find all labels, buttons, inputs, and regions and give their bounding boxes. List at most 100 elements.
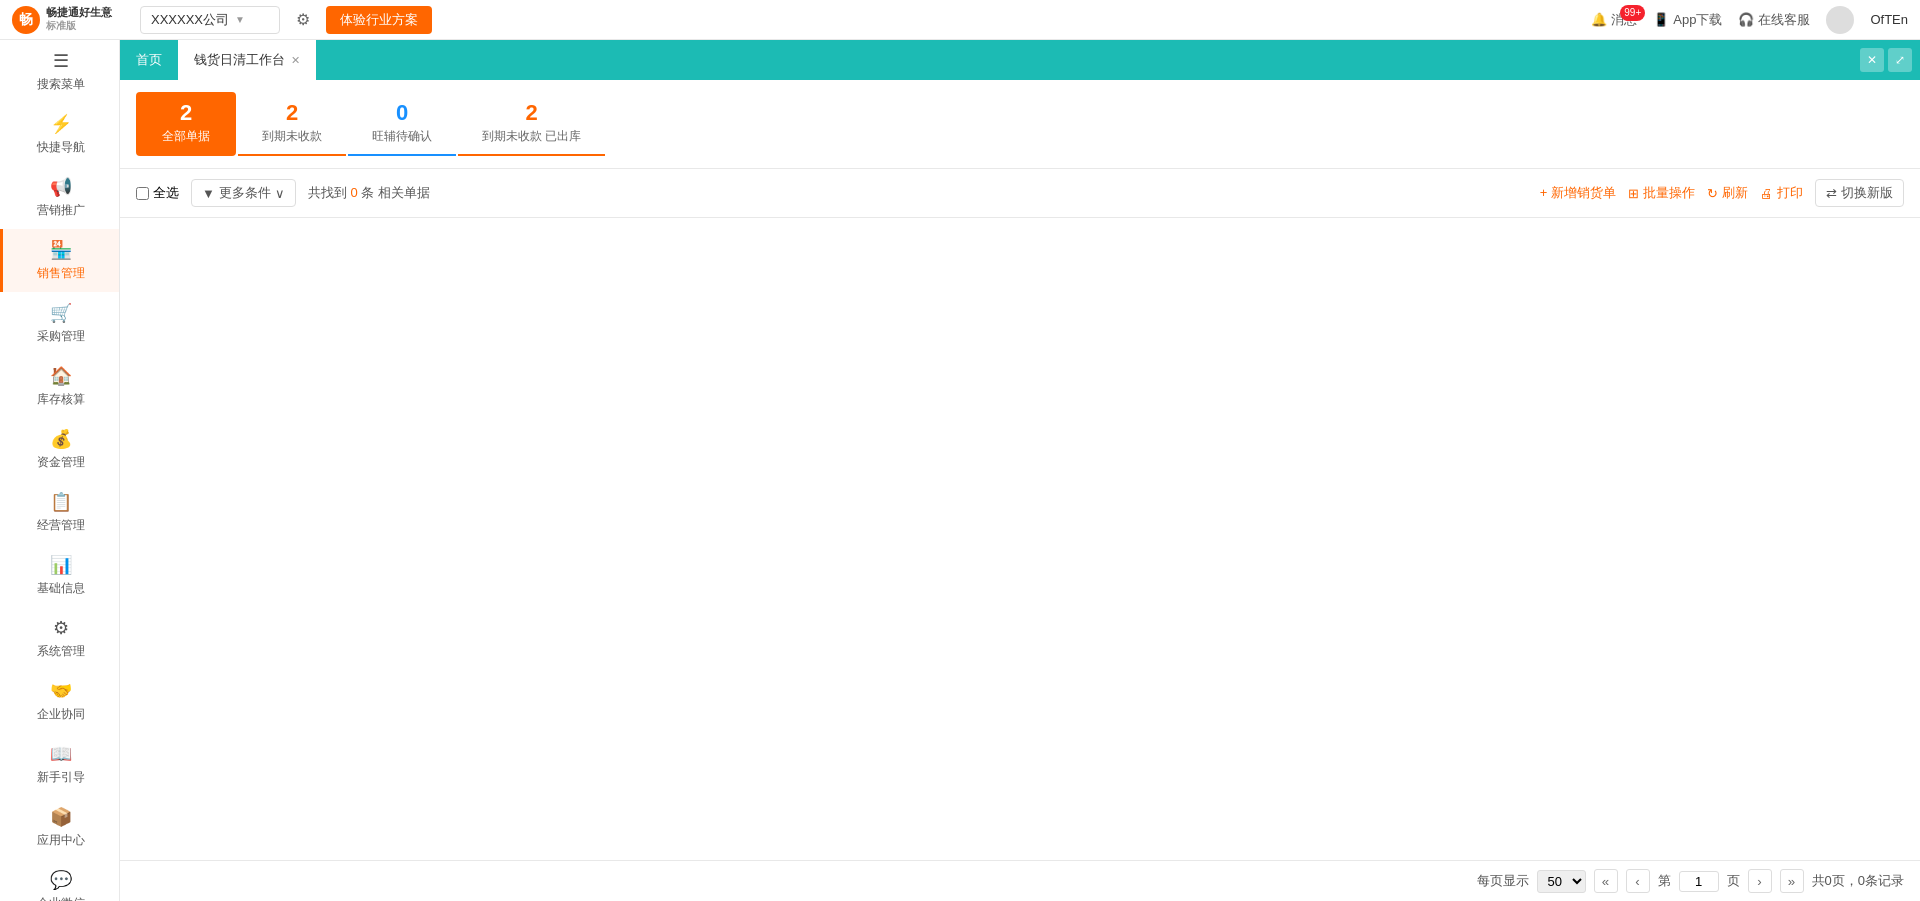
sidebar-label-system: 系统管理 xyxy=(37,643,85,660)
stat-label-all: 全部单据 xyxy=(162,128,210,145)
select-all-label: 全选 xyxy=(153,184,179,202)
table-area xyxy=(120,218,1920,860)
sidebar-item-system[interactable]: ⚙ 系统管理 xyxy=(0,607,119,670)
app-subtitle: 标准版 xyxy=(46,19,112,33)
tab-workbench-label: 钱货日清工作台 xyxy=(194,51,285,69)
stat-tab-overdue[interactable]: 2 到期未收款 xyxy=(238,92,346,156)
page-label: 第 xyxy=(1658,872,1671,890)
stat-label-overdue-shipped: 到期未收款 已出库 xyxy=(482,128,581,145)
new-order-label: + 新增销货单 xyxy=(1540,184,1616,202)
page-size-select[interactable]: 50 xyxy=(1537,870,1586,893)
batch-operation-button[interactable]: ⊞ 批量操作 xyxy=(1628,184,1695,202)
cooperation-icon: 🤝 xyxy=(50,680,72,702)
search-menu-icon: ☰ xyxy=(53,50,69,72)
stat-count-pending: 0 xyxy=(396,100,408,126)
sidebar-item-quick-nav[interactable]: ⚡ 快捷导航 xyxy=(0,103,119,166)
sidebar-label-search-menu: 搜索菜单 xyxy=(37,76,85,93)
empty-state xyxy=(120,218,1920,860)
stat-count-all: 2 xyxy=(180,100,192,126)
new-order-button[interactable]: + 新增销货单 xyxy=(1540,184,1616,202)
app-logo: 畅 xyxy=(12,6,40,34)
filter-label: 更多条件 xyxy=(219,184,271,202)
sales-icon: 🏪 xyxy=(50,239,72,261)
switch-icon: ⇄ xyxy=(1826,186,1837,201)
online-service-label: 在线客服 xyxy=(1758,11,1810,29)
sidebar-item-wechat[interactable]: 💬 企业微信 xyxy=(0,859,119,901)
sidebar-item-basic-info[interactable]: 📊 基础信息 xyxy=(0,544,119,607)
content-area: 首页 钱货日清工作台 ✕ ✕ ⤢ 2 全部单据 2 到期未收款 xyxy=(120,40,1920,901)
inventory-icon: 🏠 xyxy=(50,365,72,387)
chevron-down-icon: ▼ xyxy=(235,14,245,25)
sidebar-label-quick-nav: 快捷导航 xyxy=(37,139,85,156)
stat-count-overdue-shipped: 2 xyxy=(526,100,538,126)
switch-version-button[interactable]: ⇄ 切换新版 xyxy=(1815,179,1904,207)
sidebar-label-guide: 新手引导 xyxy=(37,769,85,786)
app-download-btn[interactable]: 📱 App下载 xyxy=(1653,11,1722,29)
tab-close-icon[interactable]: ✕ xyxy=(291,54,300,67)
main-layout: ☰ 搜索菜单 ⚡ 快捷导航 📢 营销推广 🏪 销售管理 🛒 采购管理 🏠 库存核… xyxy=(0,40,1920,901)
tab-home-label: 首页 xyxy=(136,51,162,69)
found-count-text: 共找到 0 条 相关单据 xyxy=(308,184,430,202)
refresh-icon: ↻ xyxy=(1707,186,1718,201)
sidebar-item-operations[interactable]: 📋 经营管理 xyxy=(0,481,119,544)
sidebar-label-finance: 资金管理 xyxy=(37,454,85,471)
messages-badge: 99+ xyxy=(1620,5,1645,21)
refresh-label: 刷新 xyxy=(1722,184,1748,202)
download-icon: 📱 xyxy=(1653,12,1669,27)
company-selector[interactable]: XXXXXX公司 ▼ xyxy=(140,6,280,34)
filter-button[interactable]: ▼ 更多条件 ∨ xyxy=(191,179,296,207)
toolbar: 全选 ▼ 更多条件 ∨ 共找到 0 条 相关单据 + 新增销货单 xyxy=(120,169,1920,218)
batch-icon: ⊞ xyxy=(1628,186,1639,201)
avatar xyxy=(1826,6,1854,34)
sidebar-item-search-menu[interactable]: ☰ 搜索菜单 xyxy=(0,40,119,103)
sidebar-item-guide[interactable]: 📖 新手引导 xyxy=(0,733,119,796)
purchase-icon: 🛒 xyxy=(50,302,72,324)
sidebar-label-marketing: 营销推广 xyxy=(37,202,85,219)
page-size-label: 每页显示 xyxy=(1477,872,1529,890)
found-prefix: 共找到 xyxy=(308,185,347,200)
app-center-icon: 📦 xyxy=(50,806,72,828)
filter-chevron-icon: ∨ xyxy=(275,186,285,201)
sidebar-item-app-center[interactable]: 📦 应用中心 xyxy=(0,796,119,859)
operations-icon: 📋 xyxy=(50,491,72,513)
settings-icon[interactable]: ⚙ xyxy=(288,6,318,33)
sidebar-item-marketing[interactable]: 📢 营销推广 xyxy=(0,166,119,229)
sidebar-label-inventory: 库存核算 xyxy=(37,391,85,408)
messages-btn[interactable]: 🔔 消息 99+ xyxy=(1591,11,1637,29)
company-name: XXXXXX公司 xyxy=(151,11,229,29)
page-next-btn[interactable]: › xyxy=(1748,869,1772,893)
refresh-button[interactable]: ↻ 刷新 xyxy=(1707,184,1748,202)
tab-workbench[interactable]: 钱货日清工作台 ✕ xyxy=(178,40,316,80)
page-first-btn[interactable]: « xyxy=(1594,869,1618,893)
tab-bar-actions: ✕ ⤢ xyxy=(1860,48,1920,72)
tab-expand-btn[interactable]: ⤢ xyxy=(1888,48,1912,72)
select-all-input[interactable] xyxy=(136,187,149,200)
sidebar-label-wechat: 企业微信 xyxy=(37,895,85,901)
wechat-icon: 💬 xyxy=(50,869,72,891)
online-service-btn[interactable]: 🎧 在线客服 xyxy=(1738,11,1810,29)
app-download-label: App下载 xyxy=(1673,11,1722,29)
sidebar-item-sales[interactable]: 🏪 销售管理 xyxy=(0,229,119,292)
sidebar-item-finance[interactable]: 💰 资金管理 xyxy=(0,418,119,481)
print-button[interactable]: 🖨 打印 xyxy=(1760,184,1803,202)
top-header: 畅 畅捷通好生意 标准版 XXXXXX公司 ▼ ⚙ 体验行业方案 🔔 消息 99… xyxy=(0,0,1920,40)
stat-tab-pending[interactable]: 0 旺辅待确认 xyxy=(348,92,456,156)
trial-button[interactable]: 体验行业方案 xyxy=(326,6,432,34)
page-last-btn[interactable]: » xyxy=(1780,869,1804,893)
user-avatar[interactable] xyxy=(1826,6,1854,34)
pagination-summary: 共0页，0条记录 xyxy=(1812,872,1904,890)
tab-home[interactable]: 首页 xyxy=(120,40,178,80)
select-all-checkbox[interactable]: 全选 xyxy=(136,184,179,202)
page-suffix: 页 xyxy=(1727,872,1740,890)
sidebar-item-cooperation[interactable]: 🤝 企业协同 xyxy=(0,670,119,733)
stat-tab-all[interactable]: 2 全部单据 xyxy=(136,92,236,156)
batch-label: 批量操作 xyxy=(1643,184,1695,202)
sidebar-item-purchase[interactable]: 🛒 采购管理 xyxy=(0,292,119,355)
page-prev-btn[interactable]: ‹ xyxy=(1626,869,1650,893)
sidebar-item-inventory[interactable]: 🏠 库存核算 xyxy=(0,355,119,418)
page-input[interactable] xyxy=(1679,871,1719,892)
toolbar-right: + 新增销货单 ⊞ 批量操作 ↻ 刷新 🖨 打印 ⇄ xyxy=(1540,179,1904,207)
tab-close-btn[interactable]: ✕ xyxy=(1860,48,1884,72)
sidebar: ☰ 搜索菜单 ⚡ 快捷导航 📢 营销推广 🏪 销售管理 🛒 采购管理 🏠 库存核… xyxy=(0,40,120,901)
stat-tab-overdue-shipped[interactable]: 2 到期未收款 已出库 xyxy=(458,92,605,156)
